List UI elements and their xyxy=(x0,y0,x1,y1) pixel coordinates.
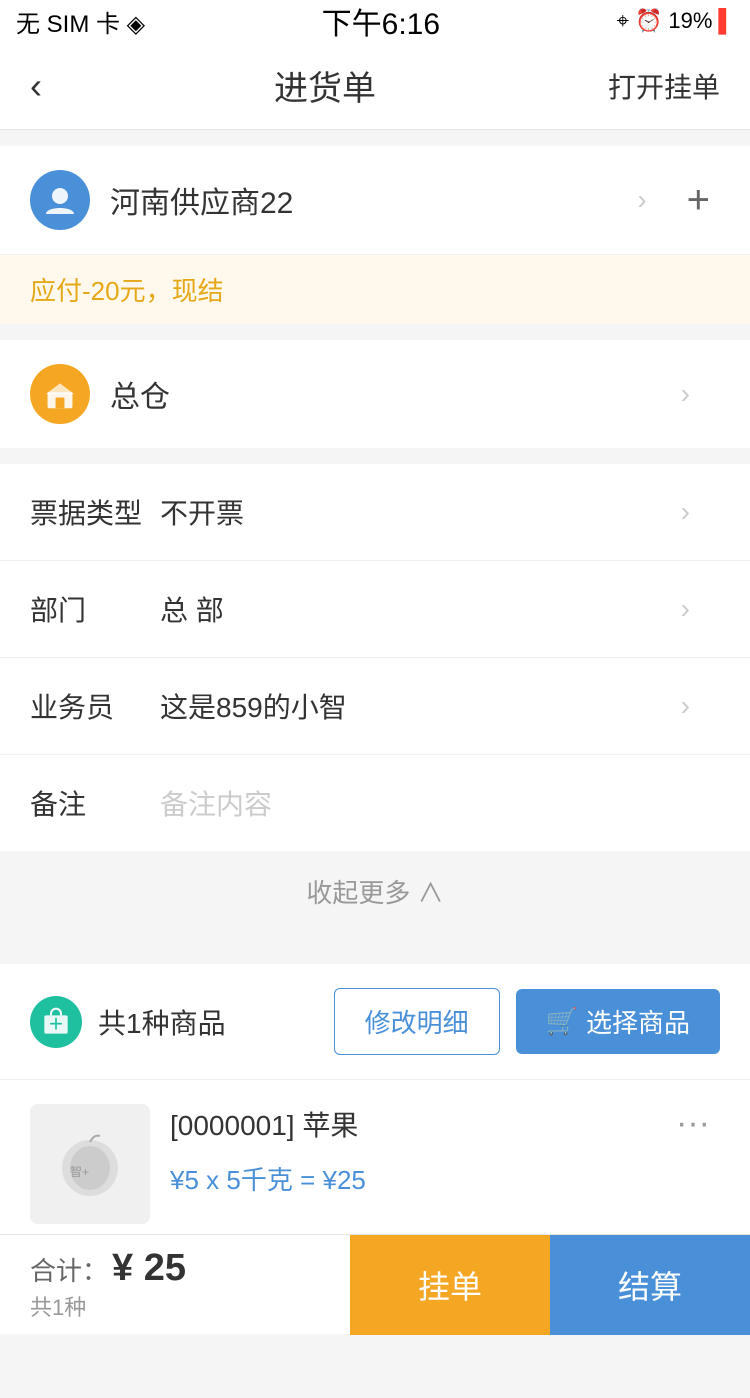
product-icon xyxy=(30,996,82,1048)
svg-text:智+: 智+ xyxy=(70,1164,89,1179)
cart-icon: 🛒 xyxy=(546,1006,578,1037)
equals-sign: = xyxy=(300,1165,322,1195)
chevron-right-icon: › xyxy=(681,690,690,722)
location-icon: ⌖ xyxy=(617,8,629,34)
hang-button[interactable]: 挂单 xyxy=(350,1235,550,1335)
price-separator: x xyxy=(206,1165,226,1195)
supplier-row[interactable]: 河南供应商22 › + xyxy=(0,146,750,255)
unit-price: ¥5 xyxy=(170,1165,199,1195)
product-info: [0000001] 苹果 ¥5 x 5千克 = ¥25 xyxy=(170,1104,666,1197)
footer: 合计： ¥ 25 共1种 挂单 结算 xyxy=(0,1234,750,1334)
remark-row[interactable]: 备注 备注内容 xyxy=(0,755,750,851)
supplier-alert: 应付-20元，现结 xyxy=(0,255,750,324)
product-title: 苹果 xyxy=(302,1110,358,1141)
supplier-name: 河南供应商22 xyxy=(110,178,637,222)
dept-label: 部门 xyxy=(30,589,150,629)
chevron-right-icon: › xyxy=(681,496,690,528)
nav-bar: ‹ 进货单 打开挂单 xyxy=(0,42,750,130)
warehouse-row[interactable]: 总仓 › xyxy=(0,340,750,448)
product-thumbnail: 智+ xyxy=(30,1104,150,1224)
modify-detail-button[interactable]: 修改明细 xyxy=(334,988,500,1055)
checkout-button[interactable]: 结算 xyxy=(550,1235,750,1335)
supplier-avatar xyxy=(30,170,90,230)
warehouse-name: 总仓 xyxy=(110,372,681,416)
product-section: 共1种商品 修改明细 🛒 选择商品 智+ [0000001] 苹果 xyxy=(0,964,750,1248)
remark-input[interactable]: 备注内容 xyxy=(150,783,720,823)
battery-level: 19% xyxy=(668,8,712,34)
chevron-right-icon: › xyxy=(681,593,690,625)
chevron-right-icon: › xyxy=(681,378,690,410)
total-sub: 共1种 xyxy=(30,1290,320,1322)
supplier-section: 河南供应商22 › + 应付-20元，现结 xyxy=(0,146,750,324)
total-amount: ¥ 25 xyxy=(112,1247,186,1290)
open-pending-button[interactable]: 打开挂单 xyxy=(608,66,720,106)
select-product-label: 选择商品 xyxy=(586,1003,690,1040)
back-button[interactable]: ‹ xyxy=(30,65,42,107)
battery-icon: ▌ xyxy=(718,8,734,34)
status-left: 无 SIM 卡 ◈ xyxy=(16,4,145,39)
quantity: 5千克 xyxy=(226,1165,292,1195)
total-price: ¥25 xyxy=(323,1165,366,1195)
chevron-right-icon: › xyxy=(637,184,646,216)
divider-1 xyxy=(0,130,750,146)
staff-row[interactable]: 业务员 这是859的小智 › xyxy=(0,658,750,755)
product-count: 共1种商品 xyxy=(98,1002,334,1042)
status-time: 下午6:16 xyxy=(322,0,440,43)
remark-label: 备注 xyxy=(30,783,150,823)
warehouse-section: 总仓 › xyxy=(0,340,750,448)
product-item: 智+ [0000001] 苹果 ¥5 x 5千克 = ¥25 ··· xyxy=(0,1080,750,1248)
staff-value: 这是859的小智 xyxy=(150,686,681,726)
status-bar: 无 SIM 卡 ◈ 下午6:16 ⌖ ⏰ 19% ▌ xyxy=(0,0,750,42)
warehouse-icon xyxy=(30,364,90,424)
staff-label: 业务员 xyxy=(30,686,150,726)
product-header: 共1种商品 修改明细 🛒 选择商品 xyxy=(0,964,750,1080)
form-section: 票据类型 不开票 › 部门 总 部 › 业务员 这是859的小智 › 备注 备注… xyxy=(0,464,750,851)
divider-2 xyxy=(0,932,750,948)
invoice-type-row[interactable]: 票据类型 不开票 › xyxy=(0,464,750,561)
invoice-type-value: 不开票 xyxy=(150,492,681,532)
add-supplier-button[interactable]: + xyxy=(677,178,720,223)
product-price-detail: ¥5 x 5千克 = ¥25 xyxy=(170,1160,666,1197)
more-options-button[interactable]: ··· xyxy=(666,1104,720,1143)
page-title: 进货单 xyxy=(274,61,376,110)
select-product-button[interactable]: 🛒 选择商品 xyxy=(516,989,720,1054)
dept-value: 总 部 xyxy=(150,589,681,629)
dept-row[interactable]: 部门 总 部 › xyxy=(0,561,750,658)
product-name: [0000001] 苹果 xyxy=(170,1104,666,1144)
status-right: ⌖ ⏰ 19% ▌ xyxy=(617,8,734,34)
footer-total: 合计： ¥ 25 共1种 xyxy=(0,1247,350,1322)
sim-status: 无 SIM 卡 ◈ xyxy=(16,4,145,39)
total-label: 合计： xyxy=(30,1251,108,1288)
collapse-button[interactable]: 收起更多 ∧ xyxy=(0,851,750,932)
invoice-type-label: 票据类型 xyxy=(30,492,150,532)
product-code: [0000001] xyxy=(170,1110,295,1141)
alarm-icon: ⏰ xyxy=(635,8,662,34)
